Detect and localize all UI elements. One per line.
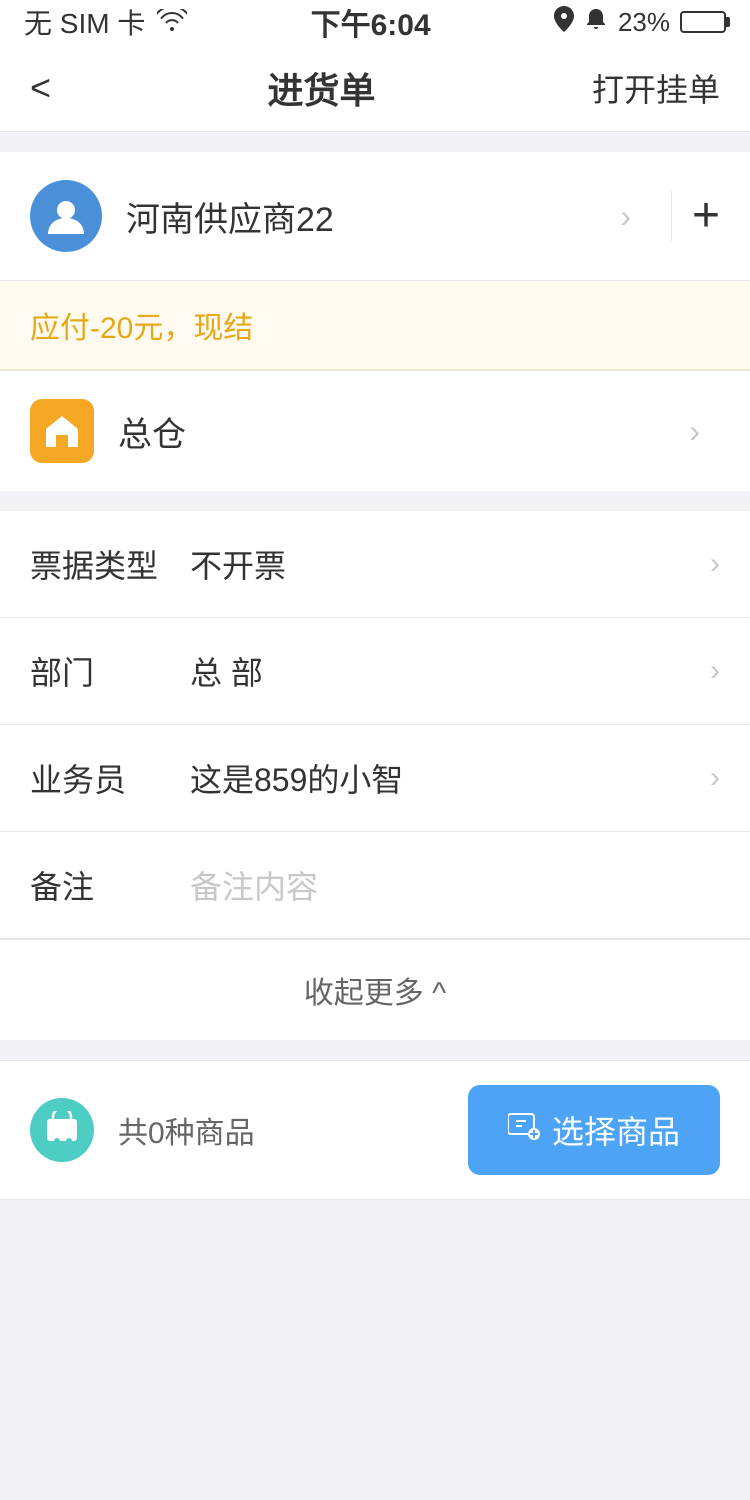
invoice-row[interactable]: 票据类型 不开票 ›: [0, 511, 750, 618]
home-icon: [42, 411, 82, 451]
sales-label: 业务员: [30, 755, 170, 801]
carrier-text: 无 SIM 卡: [24, 2, 145, 42]
supplier-section: 河南供应商22 › + 应付-20元，现结 总仓 ›: [0, 152, 750, 491]
select-btn-label: 选择商品: [552, 1107, 680, 1153]
collapse-button[interactable]: 收起更多 ^: [0, 939, 750, 1040]
main-background: [0, 1200, 750, 1500]
bottom-bar: 共0种商品 选择商品: [0, 1060, 750, 1200]
battery-icon: [680, 11, 726, 33]
warehouse-name: 总仓: [118, 407, 689, 456]
collapse-label: 收起更多 ^: [304, 977, 446, 1010]
supplier-avatar: [30, 180, 102, 252]
select-btn-icon: [508, 1112, 540, 1148]
remark-label: 备注: [30, 862, 170, 908]
warehouse-icon: [30, 399, 94, 463]
warehouse-chevron-icon: ›: [689, 413, 700, 450]
status-right: 23%: [554, 6, 726, 39]
select-product-button[interactable]: 选择商品: [468, 1085, 720, 1175]
wifi-icon: [157, 6, 187, 38]
page-title: 进货单: [268, 62, 376, 114]
remark-input[interactable]: 备注内容: [170, 862, 720, 908]
dept-label: 部门: [30, 648, 170, 694]
location-icon: [554, 6, 574, 39]
status-left: 无 SIM 卡: [24, 2, 187, 42]
supplier-chevron-icon: ›: [620, 198, 631, 235]
form-section: 票据类型 不开票 › 部门 总 部 › 业务员 这是859的小智 › 备注 备注…: [0, 511, 750, 1040]
cart-icon: [43, 1111, 81, 1149]
notice-banner: 应付-20元，现结: [0, 281, 750, 370]
sales-value: 这是859的小智: [170, 755, 700, 801]
sales-chevron-icon: ›: [710, 761, 720, 795]
dept-chevron-icon: ›: [710, 654, 720, 688]
invoice-value: 不开票: [170, 541, 700, 587]
invoice-chevron-icon: ›: [710, 547, 720, 581]
invoice-label: 票据类型: [30, 541, 170, 587]
status-bar: 无 SIM 卡 下午6:04 23%: [0, 0, 750, 44]
open-pending-button[interactable]: 打开挂单: [592, 65, 720, 111]
supplier-name: 河南供应商22: [126, 192, 620, 241]
sales-row[interactable]: 业务员 这是859的小智 ›: [0, 725, 750, 832]
product-icon-circle: [30, 1098, 94, 1162]
product-count-text: 共0种商品: [118, 1108, 468, 1152]
top-divider: [0, 132, 750, 152]
alarm-icon: [584, 7, 608, 38]
person-icon: [44, 194, 88, 238]
status-time: 下午6:04: [311, 0, 431, 44]
nav-bar: < 进货单 打开挂单: [0, 44, 750, 132]
dept-value: 总 部: [170, 648, 700, 694]
notice-text: 应付-20元，现结: [30, 312, 253, 345]
back-button[interactable]: <: [30, 67, 51, 109]
warehouse-row[interactable]: 总仓 ›: [0, 370, 750, 491]
vertical-divider: [671, 191, 672, 241]
add-supplier-button[interactable]: +: [692, 192, 720, 240]
remark-row[interactable]: 备注 备注内容: [0, 832, 750, 939]
battery-text: 23%: [618, 7, 670, 38]
supplier-row[interactable]: 河南供应商22 › +: [0, 152, 750, 281]
dept-row[interactable]: 部门 总 部 ›: [0, 618, 750, 725]
